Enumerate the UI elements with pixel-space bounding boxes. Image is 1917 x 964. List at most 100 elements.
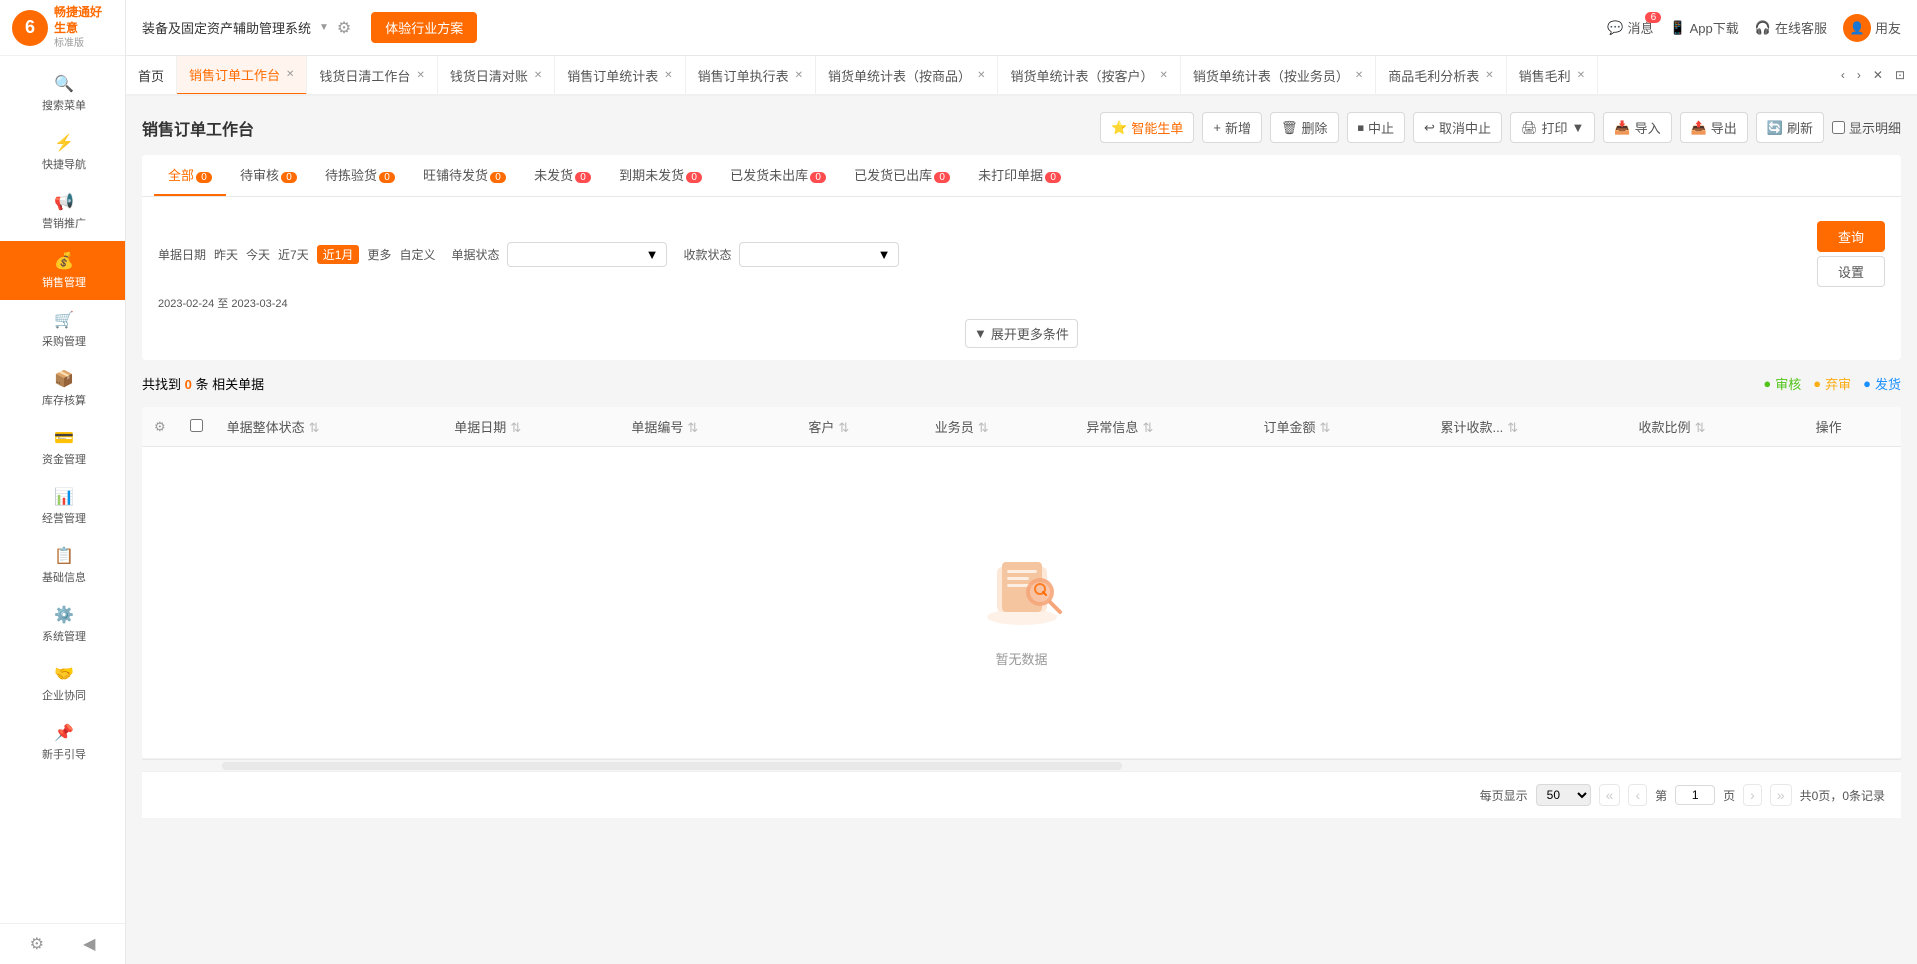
tab-sales-exec[interactable]: 销售订单执行表✕ [686,56,816,95]
sub-tab-shipped-not-out[interactable]: 已发货未出库0 [716,155,840,196]
batch-ship-button[interactable]: ● 发货 [1863,374,1901,393]
query-button[interactable]: 查询 [1817,221,1885,252]
user-menu-button[interactable]: 👤 用友 [1843,14,1901,42]
sidebar-item-sales[interactable]: 💰销售管理 [0,241,125,300]
show-detail-checkbox[interactable] [1832,121,1845,134]
payment-select[interactable]: ▼ [739,242,899,267]
sidebar-item-enterprise[interactable]: 🤝企业协同 [0,654,125,713]
batch-cancel-audit-button[interactable]: ● 弃审 [1813,374,1851,393]
tab-close-sales-margin[interactable]: ✕ [1577,70,1585,81]
tab-close-all-button[interactable]: ✕ [1869,64,1887,86]
tab-home[interactable]: 首页 [126,56,177,95]
prev-page-button[interactable]: ‹ [1628,784,1647,806]
sidebar-item-quick-nav[interactable]: ⚡快捷导航 [0,123,125,182]
message-button[interactable]: 💬 消息 6 [1607,18,1653,37]
sidebar-item-guide[interactable]: 📌新手引导 [0,713,125,772]
sub-tab-pending-inspect[interactable]: 待拣验货0 [311,155,409,196]
sub-tab-overdue-unshipped[interactable]: 到期未发货0 [605,155,716,196]
sort-icon-exception[interactable]: ⇅ [1142,420,1153,435]
print-button[interactable]: 🖨 打印 ▼ [1510,112,1595,143]
date-link-自定义[interactable]: 自定义 [399,246,435,263]
refresh-button[interactable]: 🔄 刷新 [1756,112,1824,143]
tab-scroll-left-button[interactable]: ‹ [1837,64,1849,86]
tab-cash-reconcile[interactable]: 钱货日清对账✕ [438,56,555,95]
select-all-checkbox[interactable] [190,419,203,432]
tab-sales-stat-product[interactable]: 销货单统计表（按商品）✕ [816,56,998,95]
batch-audit-button[interactable]: ● 审核 [1763,374,1801,393]
sidebar-item-marketing[interactable]: 📢营销推广 [0,182,125,241]
cancel-stop-button[interactable]: ↩ 取消中止 [1413,112,1502,143]
sub-tab-wangpu-pending[interactable]: 旺铺待发货0 [409,155,520,196]
add-button[interactable]: + 新增 [1202,112,1262,143]
settings-icon[interactable]: ⚙ [30,934,44,954]
smart-order-button[interactable]: ⭐ 智能生单 [1100,112,1194,143]
sub-tab-all[interactable]: 全部0 [154,155,226,196]
status-select[interactable]: ▼ [507,242,667,267]
tab-sales-margin[interactable]: 销售毛利✕ [1507,56,1598,95]
last-page-button[interactable]: » [1770,784,1792,806]
sidebar-item-finance[interactable]: 💳资金管理 [0,418,125,477]
sort-icon-number[interactable]: ⇅ [687,420,698,435]
horizontal-scrollbar[interactable] [142,759,1901,771]
sort-icon-customer[interactable]: ⇅ [838,420,849,435]
sort-icon-amount[interactable]: ⇅ [1319,420,1330,435]
import-button[interactable]: 📥 导入 [1603,112,1671,143]
tab-close-cash-reconcile[interactable]: ✕ [534,70,542,81]
industry-solution-button[interactable]: 体验行业方案 [371,12,477,43]
date-link-今天[interactable]: 今天 [246,246,270,263]
tab-product-margin[interactable]: 商品毛利分析表✕ [1376,56,1506,95]
date-link-昨天[interactable]: 昨天 [214,246,238,263]
date-link-更多[interactable]: 更多 [367,246,391,263]
col-header-settings[interactable]: ⚙ [142,407,178,447]
sort-icon-staff[interactable]: ⇅ [978,420,989,435]
sort-icon-status[interactable]: ⇅ [309,420,320,435]
sort-icon-collected[interactable]: ⇅ [1507,420,1518,435]
per-page-select[interactable]: 102050100 [1536,784,1591,806]
tab-close-cash-daily[interactable]: ✕ [416,70,424,81]
sub-tab-unshipped[interactable]: 未发货0 [520,155,605,196]
export-button[interactable]: 📤 导出 [1680,112,1748,143]
first-page-button[interactable]: « [1599,784,1621,806]
tab-close-sales-stats[interactable]: ✕ [664,70,672,81]
delete-button[interactable]: 🗑 删除 [1270,112,1339,143]
sidebar-item-operations[interactable]: 📊经营管理 [0,477,125,536]
tab-close-sales-stat-product[interactable]: ✕ [977,70,985,81]
tab-scroll-right-button[interactable]: › [1853,64,1865,86]
filter-settings-button[interactable]: 设置 [1817,256,1885,287]
tab-sales-order[interactable]: 销售订单工作台✕ [177,56,307,95]
tab-close-sales-stat-customer[interactable]: ✕ [1159,70,1167,81]
tab-close-sales-exec[interactable]: ✕ [795,70,803,81]
sub-tab-shipped-out[interactable]: 已发货已出库0 [840,155,964,196]
expand-filter-button[interactable]: ▼ 展开更多条件 [965,319,1078,348]
sort-icon-date[interactable]: ⇅ [510,420,521,435]
tab-sales-stats[interactable]: 销售订单统计表✕ [555,56,685,95]
next-page-button[interactable]: › [1743,784,1762,806]
sub-tab-unprinted[interactable]: 未打印单据0 [964,155,1075,196]
stop-button[interactable]: ⏹ 中止 [1347,112,1406,143]
tab-sales-stat-customer[interactable]: 销货单统计表（按客户）✕ [998,56,1180,95]
sidebar-item-system[interactable]: ⚙️系统管理 [0,595,125,654]
sub-tab-pending-review[interactable]: 待审核0 [226,155,311,196]
topbar-settings-icon[interactable]: ⚙ [337,18,351,38]
app-download-button[interactable]: 📱 App下载 [1669,18,1738,37]
tab-sales-stat-staff[interactable]: 销货单统计表（按业务员）✕ [1181,56,1376,95]
sidebar-item-search[interactable]: 🔍搜索菜单 [0,64,125,123]
tab-cash-daily[interactable]: 钱货日清工作台✕ [307,56,437,95]
col-header-checkbox[interactable] [178,407,215,447]
date-link-近1月[interactable]: 近1月 [317,245,360,264]
sidebar-item-purchase[interactable]: 🛒采购管理 [0,300,125,359]
date-link-近7天[interactable]: 近7天 [278,246,309,263]
tab-maximize-button[interactable]: ⊡ [1891,64,1909,86]
tab-close-sales-stat-staff[interactable]: ✕ [1355,70,1363,81]
column-settings-icon[interactable]: ⚙ [154,419,166,434]
tab-close-sales-order[interactable]: ✕ [286,69,294,80]
sort-icon-ratio[interactable]: ⇅ [1695,420,1706,435]
collapse-icon[interactable]: ◀ [83,934,95,954]
dropdown-arrow-icon[interactable]: ▼ [319,22,329,33]
sidebar-item-base-info[interactable]: 📋基础信息 [0,536,125,595]
online-service-button[interactable]: 🎧 在线客服 [1755,18,1827,37]
col-header-actions[interactable]: 操作 [1804,407,1901,447]
page-number-input[interactable]: 1 [1675,785,1715,805]
sidebar-item-inventory[interactable]: 📦库存核算 [0,359,125,418]
tab-close-product-margin[interactable]: ✕ [1485,70,1493,81]
